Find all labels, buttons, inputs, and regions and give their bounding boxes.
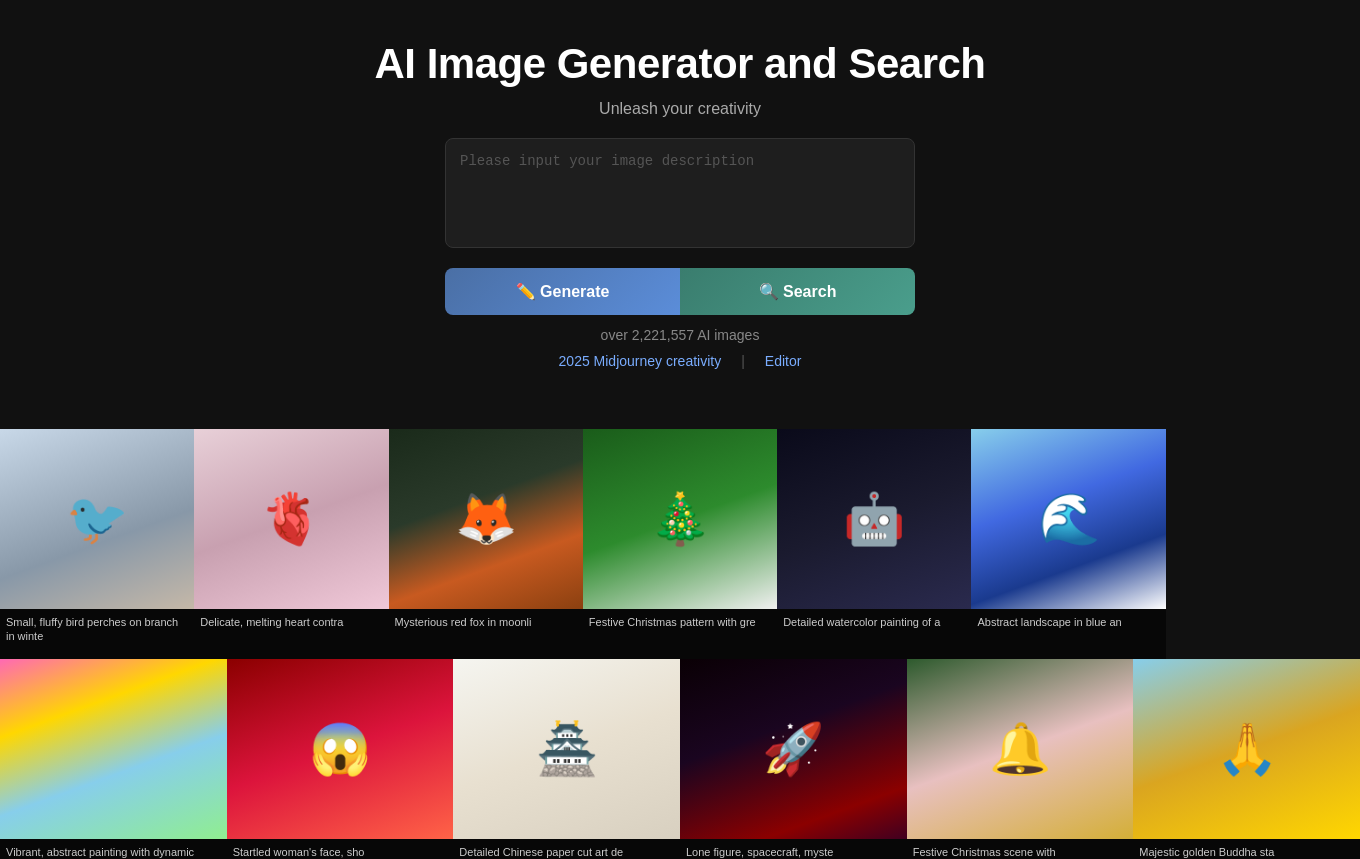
image-caption-christmas: Festive Christmas pattern with gre <box>583 609 777 659</box>
image-placeholder-bell <box>907 659 1134 839</box>
generate-button[interactable]: ✏️ Generate <box>445 268 680 315</box>
midjourney-link[interactable]: 2025 Midjourney creativity <box>559 353 722 369</box>
image-placeholder-bird <box>0 429 194 609</box>
hero-subtitle: Unleash your creativity <box>20 100 1340 118</box>
image-placeholder-space <box>680 659 907 839</box>
image-placeholder-christmas <box>583 429 777 609</box>
image-placeholder-heart <box>194 429 388 609</box>
image-caption-abstract-blue: Abstract landscape in blue an <box>971 609 1165 659</box>
hero-section: AI Image Generator and Search Unleash yo… <box>0 0 1360 429</box>
image-caption-bell: Festive Christmas scene with <box>907 839 1134 859</box>
action-buttons: ✏️ Generate 🔍 Search <box>445 268 915 315</box>
image-caption-robot: Detailed watercolor painting of a <box>777 609 971 659</box>
prompt-input[interactable] <box>445 138 915 248</box>
image-placeholder-colorful <box>0 659 227 839</box>
image-count-label: over 2,221,557 AI images <box>20 327 1340 343</box>
image-grid-row1: Small, fluffy bird perches on branch in … <box>0 429 1360 659</box>
image-card-colorful[interactable]: Vibrant, abstract painting with dynamic … <box>0 659 227 859</box>
image-card-abstract-blue[interactable]: Abstract landscape in blue an <box>971 429 1165 659</box>
image-grid-row2: Vibrant, abstract painting with dynamic … <box>0 659 1360 859</box>
nav-links: 2025 Midjourney creativity | Editor <box>20 353 1340 369</box>
image-card-space[interactable]: Lone figure, spacecraft, myste <box>680 659 907 859</box>
image-placeholder-buddha <box>1133 659 1360 839</box>
search-button[interactable]: 🔍 Search <box>680 268 915 315</box>
page-title: AI Image Generator and Search <box>20 40 1340 88</box>
image-placeholder-scared <box>227 659 454 839</box>
image-caption-space: Lone figure, spacecraft, myste <box>680 839 907 859</box>
editor-link[interactable]: Editor <box>765 353 802 369</box>
image-placeholder-robot <box>777 429 971 609</box>
image-card-chinese-art[interactable]: Detailed Chinese paper cut art de <box>453 659 680 859</box>
image-placeholder-chinese-art <box>453 659 680 839</box>
link-divider: | <box>741 353 745 369</box>
image-caption-chinese-art: Detailed Chinese paper cut art de <box>453 839 680 859</box>
image-card-fox[interactable]: Mysterious red fox in moonli <box>389 429 583 659</box>
image-caption-bird: Small, fluffy bird perches on branch in … <box>0 609 194 659</box>
image-placeholder-abstract-blue <box>971 429 1165 609</box>
image-caption-scared: Startled woman's face, sho <box>227 839 454 859</box>
prompt-wrapper <box>445 138 915 252</box>
image-card-robot[interactable]: Detailed watercolor painting of a <box>777 429 971 659</box>
image-caption-heart: Delicate, melting heart contra <box>194 609 388 659</box>
image-caption-buddha: Majestic golden Buddha sta <box>1133 839 1360 859</box>
image-card-scared[interactable]: Startled woman's face, sho <box>227 659 454 859</box>
image-placeholder-fox <box>389 429 583 609</box>
image-caption-fox: Mysterious red fox in moonli <box>389 609 583 659</box>
image-card-bell[interactable]: Festive Christmas scene with <box>907 659 1134 859</box>
image-caption-colorful: Vibrant, abstract painting with dynamic … <box>0 839 227 859</box>
image-card-buddha[interactable]: Majestic golden Buddha sta <box>1133 659 1360 859</box>
image-card-bird[interactable]: Small, fluffy bird perches on branch in … <box>0 429 194 659</box>
image-card-christmas[interactable]: Festive Christmas pattern with gre <box>583 429 777 659</box>
image-card-heart[interactable]: Delicate, melting heart contra <box>194 429 388 659</box>
